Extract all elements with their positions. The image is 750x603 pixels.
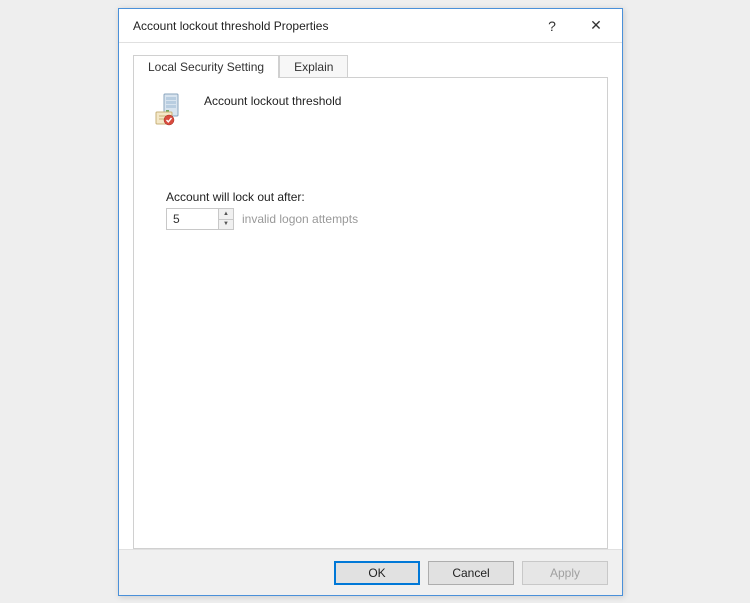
policy-title: Account lockout threshold xyxy=(204,92,341,108)
dialog-footer: OK Cancel Apply xyxy=(119,549,622,595)
threshold-spinner: ▲ ▼ xyxy=(166,208,234,230)
setting-row: ▲ ▼ invalid logon attempts xyxy=(166,208,587,230)
setting-suffix: invalid logon attempts xyxy=(242,212,358,226)
properties-dialog: Account lockout threshold Properties ? ✕… xyxy=(118,8,623,596)
server-policy-icon xyxy=(154,92,190,128)
ok-button[interactable]: OK xyxy=(334,561,420,585)
spin-up-button[interactable]: ▲ xyxy=(219,209,233,220)
titlebar: Account lockout threshold Properties ? ✕ xyxy=(119,9,622,43)
close-icon: ✕ xyxy=(590,17,602,34)
apply-button[interactable]: Apply xyxy=(522,561,608,585)
help-button[interactable]: ? xyxy=(530,11,574,41)
tab-explain[interactable]: Explain xyxy=(279,55,348,78)
spin-down-button[interactable]: ▼ xyxy=(219,220,233,230)
tab-local-security-setting[interactable]: Local Security Setting xyxy=(133,55,279,78)
spinner-buttons: ▲ ▼ xyxy=(218,208,234,230)
setting-label: Account will lock out after: xyxy=(166,190,587,204)
cancel-button[interactable]: Cancel xyxy=(428,561,514,585)
tabs-row: Local Security Setting Explain xyxy=(133,53,608,77)
setting-block: Account will lock out after: ▲ ▼ invalid… xyxy=(166,190,587,230)
tab-panel: Account lockout threshold Account will l… xyxy=(133,77,608,549)
policy-header: Account lockout threshold xyxy=(154,92,587,128)
dialog-title: Account lockout threshold Properties xyxy=(133,19,530,33)
dialog-body: Local Security Setting Explain xyxy=(119,43,622,549)
help-icon: ? xyxy=(548,18,556,34)
close-button[interactable]: ✕ xyxy=(574,11,618,41)
threshold-input[interactable] xyxy=(166,208,218,230)
